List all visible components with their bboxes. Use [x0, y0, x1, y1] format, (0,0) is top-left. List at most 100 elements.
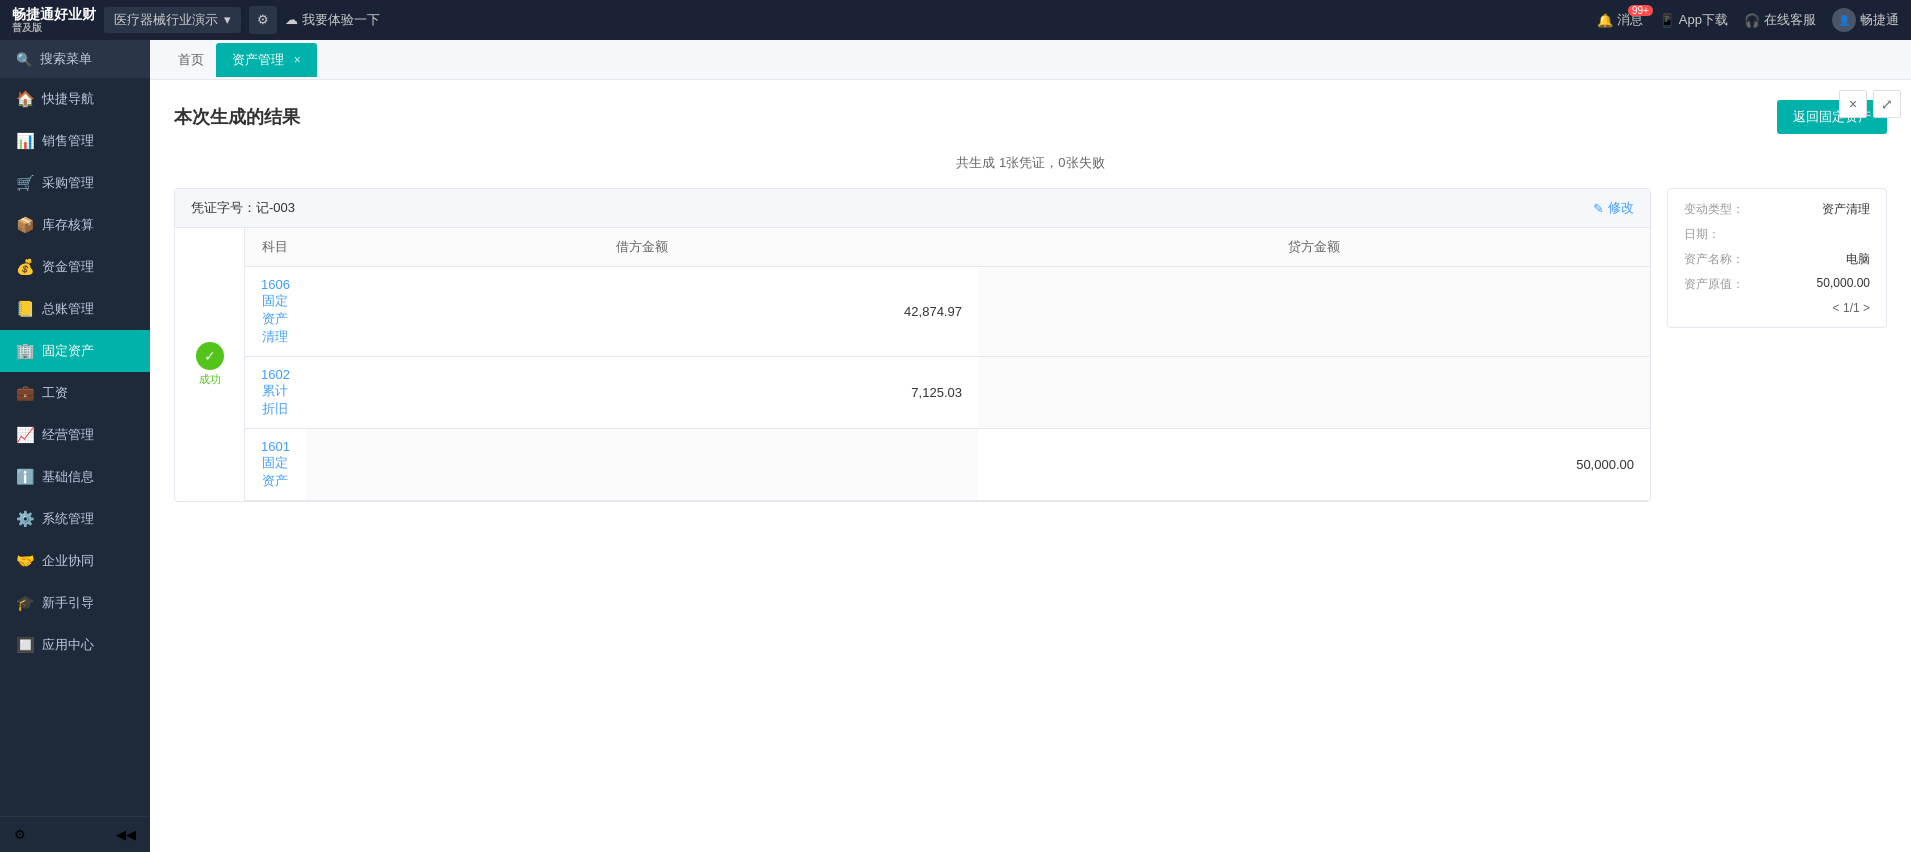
page-title-bar: 本次生成的结果 返回固定资产 [174, 100, 1887, 134]
search-menu-item[interactable]: 🔍 搜索菜单 [0, 40, 150, 78]
user-menu[interactable]: 👤 畅捷通 [1832, 8, 1899, 32]
cloud-icon: ☁ [285, 12, 298, 27]
original-value-label: 资产原值： [1684, 276, 1744, 293]
bell-icon: 🔔 [1597, 13, 1613, 28]
sidebar-item-quick-nav[interactable]: 🏠 快捷导航 [0, 78, 150, 120]
table-row: 1602 累计折旧 7,125.03 [245, 357, 1650, 429]
experience-label: 我要体验一下 [302, 11, 380, 29]
sidebar-label-inventory: 库存核算 [42, 216, 94, 234]
edit-voucher-button[interactable]: ✎ 修改 [1593, 199, 1634, 217]
home-icon: 🏠 [16, 90, 34, 108]
mobile-icon: 📱 [1659, 13, 1675, 28]
expand-panel-button[interactable]: ⤢ [1873, 90, 1901, 118]
sidebar-item-sales[interactable]: 📊 销售管理 [0, 120, 150, 162]
tab-asset-mgmt[interactable]: 资产管理 × [216, 43, 317, 77]
sidebar-item-purchase[interactable]: 🛒 采购管理 [0, 162, 150, 204]
sidebar: 🔍 搜索菜单 🏠 快捷导航 📊 销售管理 🛒 采购管理 📦 库存核算 💰 资金管… [0, 40, 150, 852]
tab-home[interactable]: 首页 [166, 43, 216, 77]
sidebar-label-payroll: 工资 [42, 384, 68, 402]
edit-label: 修改 [1608, 199, 1634, 217]
app-download-button[interactable]: 📱 App下载 [1659, 11, 1728, 29]
table-row: 1606 固定资产清理 42,874.97 [245, 267, 1650, 357]
asset-name-label: 资产名称： [1684, 251, 1744, 268]
system-icon: ⚙️ [16, 510, 34, 528]
tab-bar: 首页 资产管理 × [150, 40, 1911, 80]
tab-home-label: 首页 [178, 52, 204, 67]
grid-icon: 🔲 [16, 636, 34, 654]
handshake-icon: 🤝 [16, 552, 34, 570]
detail-pagination: < 1/1 > [1684, 301, 1870, 315]
status-label: 成功 [199, 372, 221, 387]
asset-name-value: 电脑 [1846, 251, 1870, 268]
col-subject: 科目 [245, 228, 306, 267]
voucher-table-wrapper: 科目 借方金额 贷方金额 1606 固定资产清理 42,874. [245, 228, 1650, 501]
col-debit: 借方金额 [306, 228, 978, 267]
brand-logo: 畅捷通好业财 普及版 [12, 6, 96, 35]
success-indicator: ✓ 成功 [196, 342, 224, 387]
date-label: 日期： [1684, 226, 1720, 243]
edit-icon: ✎ [1593, 201, 1604, 216]
chevron-down-icon: ▾ [224, 12, 231, 27]
sidebar-label-system: 系统管理 [42, 510, 94, 528]
voucher-header: 凭证字号：记-003 ✎ 修改 [175, 189, 1650, 228]
experience-button[interactable]: ☁ 我要体验一下 [285, 11, 380, 29]
notifications-button[interactable]: 🔔 消息 99+ [1597, 11, 1643, 29]
customer-service-button[interactable]: 🎧 在线客服 [1744, 11, 1816, 29]
briefcase-icon: 💼 [16, 384, 34, 402]
sidebar-label-quick-nav: 快捷导航 [42, 90, 94, 108]
row1-debit: 42,874.97 [306, 267, 978, 357]
cart-icon: 🛒 [16, 174, 34, 192]
sidebar-label-ledger: 总账管理 [42, 300, 94, 318]
sidebar-item-system[interactable]: ⚙️ 系统管理 [0, 498, 150, 540]
sidebar-item-inventory[interactable]: 📦 库存核算 [0, 204, 150, 246]
row3-debit [306, 429, 978, 501]
search-icon: 🔍 [16, 52, 32, 67]
sidebar-item-enterprise[interactable]: 🤝 企业协同 [0, 540, 150, 582]
sidebar-item-basic-info[interactable]: ℹ️ 基础信息 [0, 456, 150, 498]
money-icon: 💰 [16, 258, 34, 276]
next-icon[interactable]: > [1863, 301, 1870, 315]
app-download-label: App下载 [1679, 11, 1728, 29]
row3-credit: 50,000.00 [978, 429, 1650, 501]
panel-controls: × ⤢ [1839, 90, 1901, 118]
tab-close-icon[interactable]: × [294, 53, 301, 67]
result-summary: 共生成 1张凭证，0张失败 [174, 154, 1887, 172]
sidebar-item-operations[interactable]: 📈 经营管理 [0, 414, 150, 456]
info-icon: ℹ️ [16, 468, 34, 486]
content-area: 首页 资产管理 × × ⤢ 本次生成的结果 返回固定资产 共生成 1张凭证，0张… [150, 40, 1911, 852]
company-settings-button[interactable]: ⚙ [249, 6, 277, 34]
voucher-main: 凭证字号：记-003 ✎ 修改 ✓ [174, 188, 1651, 502]
box-icon: 📦 [16, 216, 34, 234]
avatar: 👤 [1832, 8, 1856, 32]
close-panel-button[interactable]: × [1839, 90, 1867, 118]
user-name: 畅捷通 [1860, 11, 1899, 29]
sidebar-item-app-center[interactable]: 🔲 应用中心 [0, 624, 150, 666]
building-icon: 🏢 [16, 342, 34, 360]
table-header-row: 科目 借方金额 贷方金额 [245, 228, 1650, 267]
headset-icon: 🎧 [1744, 13, 1760, 28]
search-menu-label: 搜索菜单 [40, 50, 92, 68]
tab-asset-mgmt-label: 资产管理 [232, 52, 284, 67]
sidebar-item-fixed-assets[interactable]: 🏢 固定资产 [0, 330, 150, 372]
brand-edition: 普及版 [12, 22, 96, 34]
sidebar-label-finance: 资金管理 [42, 258, 94, 276]
prev-icon[interactable]: < [1833, 301, 1840, 315]
chart-icon: 📊 [16, 132, 34, 150]
sidebar-item-finance[interactable]: 💰 资金管理 [0, 246, 150, 288]
header-left: 畅捷通好业财 普及版 医疗器械行业演示 ▾ ⚙ ☁ 我要体验一下 [12, 6, 380, 35]
collapse-sidebar-icon[interactable]: ◀◀ [116, 827, 136, 842]
header-right: 🔔 消息 99+ 📱 App下载 🎧 在线客服 👤 畅捷通 [1597, 8, 1899, 32]
customer-service-label: 在线客服 [1764, 11, 1816, 29]
detail-original-value: 资产原值： 50,000.00 [1684, 276, 1870, 293]
original-value-value: 50,000.00 [1817, 276, 1870, 293]
company-selector[interactable]: 医疗器械行业演示 ▾ [104, 7, 241, 33]
grad-icon: 🎓 [16, 594, 34, 612]
voucher-body: ✓ 成功 科目 借方金额 [175, 228, 1650, 501]
settings-icon[interactable]: ⚙ [14, 827, 26, 842]
sidebar-item-ledger[interactable]: 📒 总账管理 [0, 288, 150, 330]
detail-date: 日期： [1684, 226, 1870, 243]
sidebar-item-guide[interactable]: 🎓 新手引导 [0, 582, 150, 624]
table-row: 1601 固定资产 50,000.00 [245, 429, 1650, 501]
page-content: × ⤢ 本次生成的结果 返回固定资产 共生成 1张凭证，0张失败 凭证字号：记-… [150, 80, 1911, 852]
sidebar-item-payroll[interactable]: 💼 工资 [0, 372, 150, 414]
